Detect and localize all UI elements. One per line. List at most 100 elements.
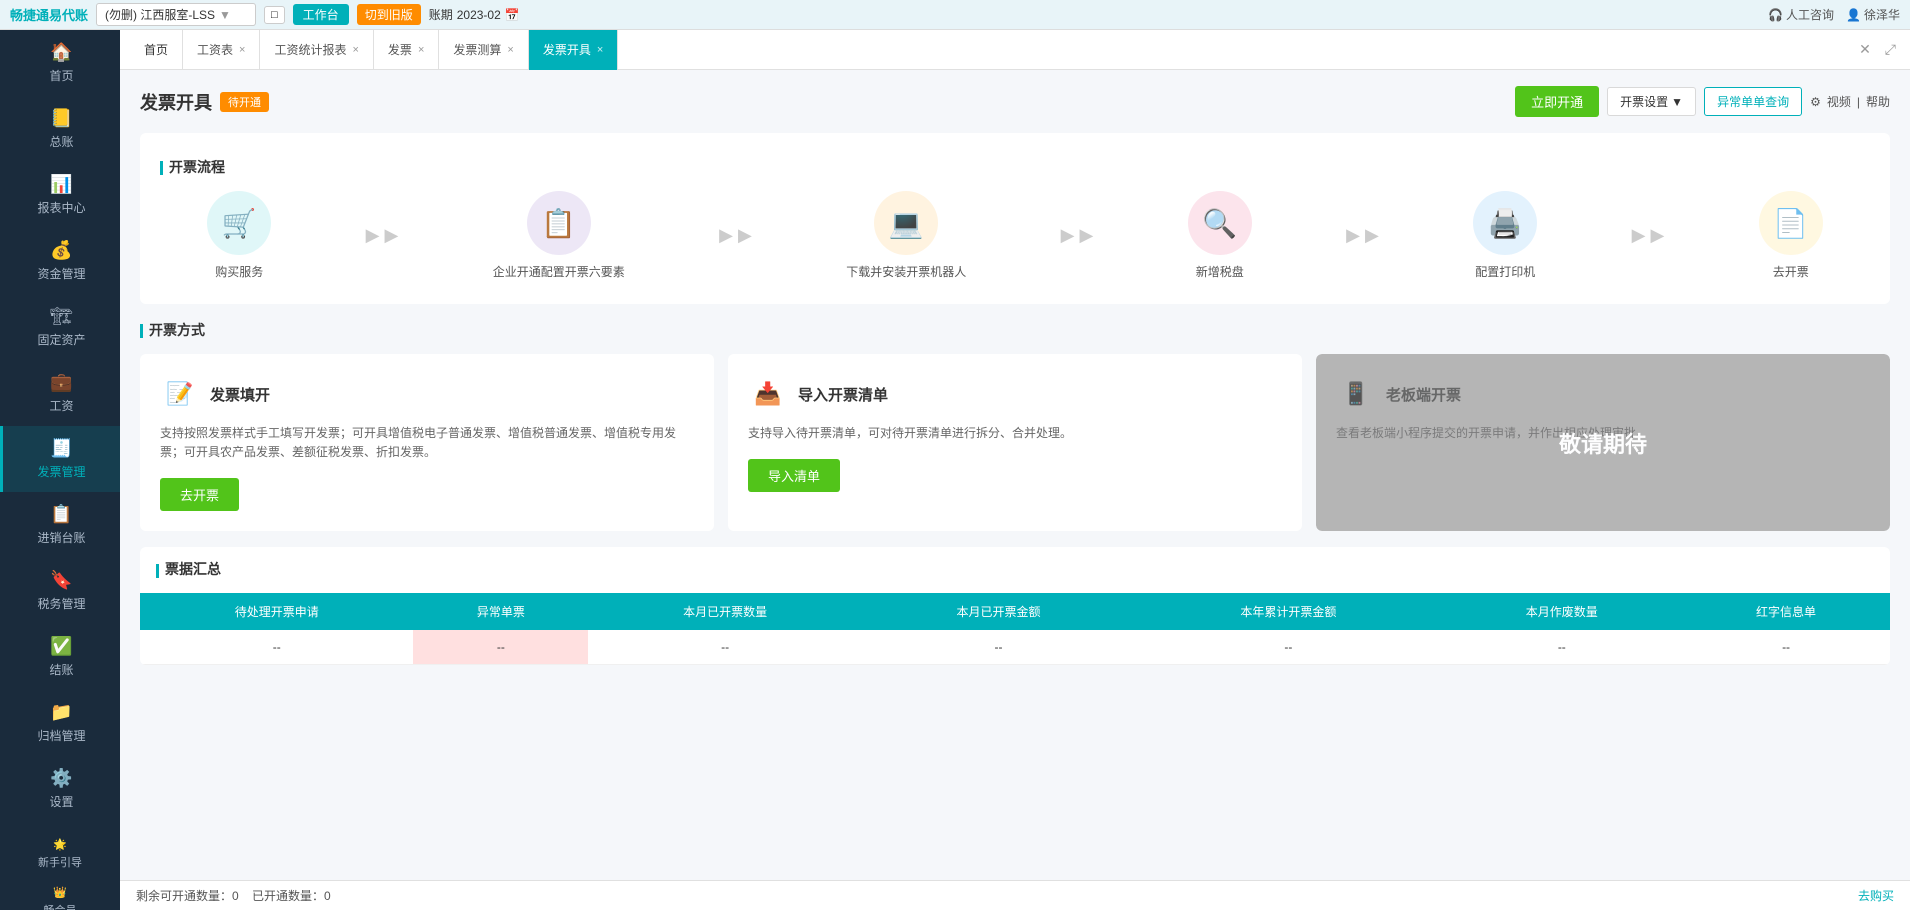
workflow-step-buy: 🛒 购买服务 [207, 191, 271, 280]
col-header-abnormal: 异常单票 [413, 593, 588, 630]
summary-section-title: 票据汇总 [156, 559, 1874, 579]
immediate-open-button[interactable]: 立即开通 [1515, 86, 1599, 117]
arrow-2: ▶ ▶ [719, 225, 752, 246]
tab-invoice-calc-close[interactable]: × [507, 44, 513, 56]
open-settings-button[interactable]: 开票设置 ▼ [1607, 87, 1696, 116]
method-title-import: 导入开票清单 [798, 384, 888, 405]
page-content: 发票开具 待开通 立即开通 开票设置 ▼ 异常单单查询 ⚙ 视频 | 帮助 [120, 70, 1910, 880]
sidebar-item-home[interactable]: 🏠 首页 [0, 30, 120, 96]
workflow-step-download: 💻 下载并安装开票机器人 [846, 191, 966, 280]
cell-abnormal[interactable]: -- [413, 630, 588, 665]
tab-invoice-open-label: 发票开具 [543, 41, 591, 58]
tab-invoice-close[interactable]: × [418, 44, 424, 56]
company-selector[interactable]: (勿删) 江西服室-LSS ▼ [96, 3, 256, 26]
abnormal-query-button[interactable]: 异常单单查询 [1704, 87, 1802, 116]
sidebar-item-ledger[interactable]: 📒 总账 [0, 96, 120, 162]
arrow-5: ▶ ▶ [1632, 225, 1665, 246]
ticket-method-title: 开票方式 [140, 320, 1890, 340]
method-title-manual: 发票填开 [210, 384, 270, 405]
cell-red-info: -- [1682, 630, 1890, 665]
step-icon-printer: 🖨️ [1473, 191, 1537, 255]
main-layout: 🏠 首页 📒 总账 📊 报表中心 💰 资金管理 🏗 固定资产 💼 工资 🧾 发票… [0, 30, 1910, 910]
cell-month-qty: -- [588, 630, 861, 665]
method-card-boss: 📱 老板端开票 查看老板端小程序提交的开票申请，并作出相应处理审批。 敬请期待 [1316, 354, 1890, 531]
copy-button[interactable]: □ [264, 6, 285, 24]
sidebar-label-member: 畅会员 [44, 902, 77, 910]
settle-icon: ✅ [50, 636, 72, 657]
service-label: 人工咨询 [1786, 6, 1834, 23]
sidebar-item-inout[interactable]: 📋 进销台账 [0, 492, 120, 558]
tab-salary-stat-close[interactable]: × [352, 44, 358, 56]
method-btn-import[interactable]: 导入清单 [748, 459, 840, 492]
sidebar-item-settings[interactable]: ⚙️ 设置 [0, 756, 120, 822]
sidebar-label-report: 报表中心 [37, 199, 85, 216]
buy-link[interactable]: 去购买 [1858, 887, 1894, 904]
archive-icon: 📁 [50, 702, 72, 723]
user-avatar-icon: 👤 [1846, 8, 1861, 22]
tab-invoice-open-close[interactable]: × [597, 44, 603, 56]
sidebar-item-tax[interactable]: 🔖 税务管理 [0, 558, 120, 624]
bottom-bar: 剩余可开通数量：0 已开通数量：0 去购买 [120, 880, 1910, 910]
remain-label: 剩余可开通数量：0 [136, 889, 239, 903]
tab-salary-table-close[interactable]: × [239, 44, 245, 56]
help-label[interactable]: 帮助 [1866, 93, 1890, 110]
sidebar-item-member[interactable]: 👑 畅会员 [0, 878, 120, 910]
tab-close-all-button[interactable]: ✕ [1855, 39, 1875, 60]
service-button[interactable]: 🎧 人工咨询 [1768, 6, 1834, 23]
ledger-icon: 📒 [50, 108, 72, 129]
tab-invoice[interactable]: 发票 × [374, 30, 439, 70]
sidebar-item-fund[interactable]: 💰 资金管理 [0, 228, 120, 294]
arrow-3: ▶ ▶ [1061, 225, 1094, 246]
period-value: 2023-02 [457, 8, 501, 22]
old-version-button[interactable]: 切到旧版 [357, 4, 421, 25]
bottom-bar-left: 剩余可开通数量：0 已开通数量：0 [136, 887, 331, 904]
view-controls: ⚙ 视频 | 帮助 [1810, 93, 1890, 110]
step-label-taxdisk: 新增税盘 [1196, 263, 1244, 280]
cell-pending[interactable]: -- [140, 630, 413, 665]
fund-icon: 💰 [50, 240, 72, 261]
workflow-step-config: 📋 企业开通配置开票六要素 [493, 191, 625, 280]
tab-invoice-open[interactable]: 发票开具 × [529, 30, 618, 70]
sidebar-item-asset[interactable]: 🏗 固定资产 [0, 294, 120, 360]
ticket-method-cards: 📝 发票填开 支持按照发票样式手工填写开发票；可开具增值税电子普通发票、增值税普… [140, 354, 1890, 531]
method-icon-import: 📥 [748, 374, 788, 414]
sidebar-item-settle[interactable]: ✅ 结账 [0, 624, 120, 690]
cell-void-qty: -- [1442, 630, 1683, 665]
divider: | [1857, 95, 1860, 109]
sidebar-item-archive[interactable]: 📁 归档管理 [0, 690, 120, 756]
step-label-download: 下载并安装开票机器人 [846, 263, 966, 280]
user-menu[interactable]: 👤 徐泽华 [1846, 6, 1900, 23]
col-header-red-info: 红字信息单 [1682, 593, 1890, 630]
overlay-text-boss: 敬请期待 [1559, 427, 1647, 459]
sidebar-item-invoice[interactable]: 🧾 发票管理 [0, 426, 120, 492]
period-label: 账期 [429, 6, 453, 23]
method-card-import: 📥 导入开票清单 支持导入待开票清单，可对待开票清单进行拆分、合并处理。 导入清… [728, 354, 1302, 531]
workflow-step-printer: 🖨️ 配置打印机 [1473, 191, 1537, 280]
sidebar-label-archive: 归档管理 [37, 727, 85, 744]
sidebar-bottom: 🌟 新手引导 👑 畅会员 📌 取消固定 [0, 822, 120, 910]
sidebar-item-salary[interactable]: 💼 工资 [0, 360, 120, 426]
tab-home[interactable]: 首页 [130, 30, 183, 70]
tab-salary-table[interactable]: 工资表 × [183, 30, 260, 70]
sidebar-item-guide[interactable]: 🌟 新手引导 [0, 830, 120, 878]
sidebar-item-report[interactable]: 📊 报表中心 [0, 162, 120, 228]
summary-header: 票据汇总 [140, 547, 1890, 579]
method-desc-import: 支持导入待开票清单，可对待开票清单进行拆分、合并处理。 [748, 424, 1282, 443]
top-bar: 畅捷通易代账 (勿删) 江西服室-LSS ▼ □ 工作台 切到旧版 账期 202… [0, 0, 1910, 30]
calendar-icon[interactable]: 📅 [505, 8, 520, 22]
workflow-step-taxdisk: 🔍 新增税盘 [1188, 191, 1252, 280]
step-label-printer: 配置打印机 [1475, 263, 1535, 280]
view-label[interactable]: 视频 [1827, 93, 1851, 110]
tab-invoice-calc[interactable]: 发票测算 × [439, 30, 528, 70]
method-btn-manual[interactable]: 去开票 [160, 478, 239, 511]
tab-salary-stat[interactable]: 工资统计报表 × [260, 30, 373, 70]
sidebar: 🏠 首页 📒 总账 📊 报表中心 💰 资金管理 🏗 固定资产 💼 工资 🧾 发票… [0, 30, 120, 910]
inout-icon: 📋 [50, 504, 72, 525]
tab-restore-button[interactable]: ⤢ [1881, 39, 1900, 60]
step-label-config: 企业开通配置开票六要素 [493, 263, 625, 280]
col-header-void-qty: 本月作废数量 [1442, 593, 1683, 630]
step-icon-open: 📄 [1759, 191, 1823, 255]
sidebar-label-fund: 资金管理 [37, 265, 85, 282]
workspace-button[interactable]: 工作台 [293, 4, 349, 25]
settings-dropdown-icon: ▼ [1671, 95, 1683, 109]
